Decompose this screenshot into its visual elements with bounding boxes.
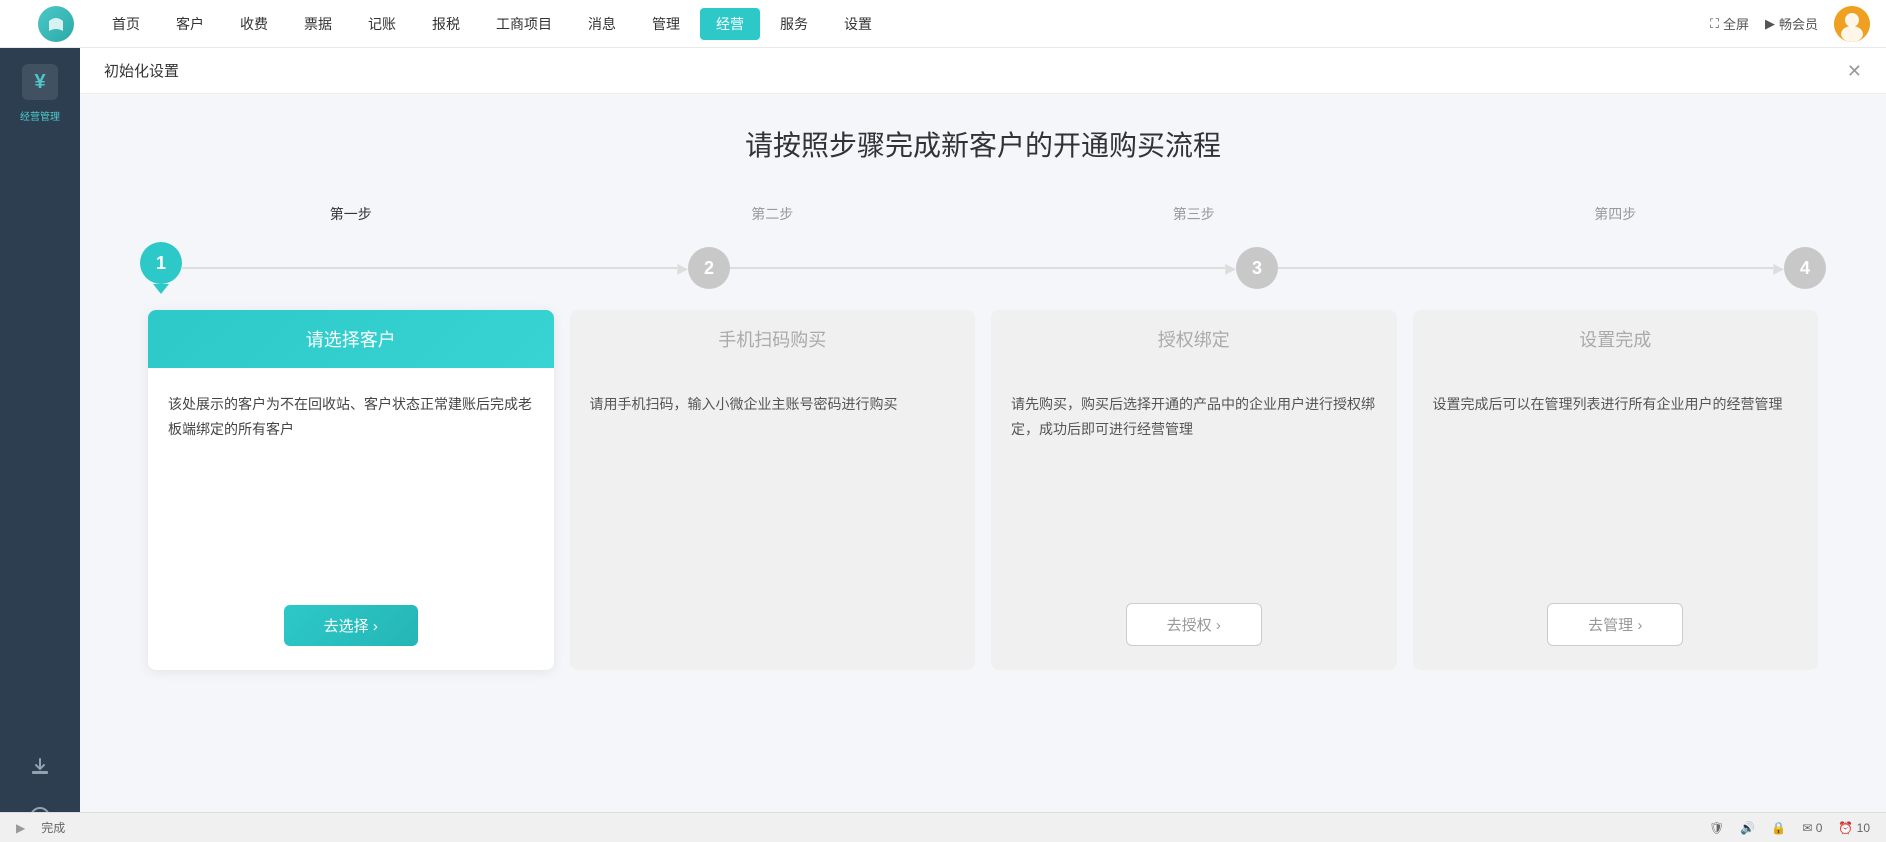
- step-node-1: 1: [140, 242, 182, 294]
- card-button-3[interactable]: 去授权 ›: [1126, 603, 1262, 646]
- steps-wrapper: 第一步第二步第三步第四步 1▶2▶3▶4 请选择客户该处展示的客户为不在回收站、…: [120, 204, 1846, 670]
- nav-item-经营[interactable]: 经营: [700, 8, 760, 40]
- main-title: 请按照步骤完成新客户的开通购买流程: [120, 124, 1846, 164]
- card-button-1[interactable]: 去选择 ›: [284, 605, 418, 646]
- step-label-col-1: 第一步: [140, 204, 562, 234]
- mail-icon: ✉ 0: [1802, 821, 1822, 835]
- nav-item-报税[interactable]: 报税: [416, 8, 476, 40]
- member-icon: ▶: [1765, 16, 1775, 32]
- card-footer-4: 去管理 ›: [1413, 587, 1819, 670]
- page-header: 初始化设置 ✕: [80, 48, 1886, 94]
- download-button[interactable]: [0, 742, 80, 792]
- status-right: 🛡 🔊 🔒 ✉ 0 ⏰ 10: [1709, 821, 1870, 835]
- steps-labels-row: 第一步 第二步 第三步 第四步: [140, 204, 1826, 234]
- step-card-2: 手机扫码购买请用手机扫码，输入小微企业主账号密码进行购买: [570, 310, 976, 670]
- clock-icon: ⏰ 10: [1838, 821, 1870, 835]
- status-text: 完成: [41, 819, 65, 836]
- nav-item-记账[interactable]: 记账: [352, 8, 412, 40]
- lock-icon: 🔒: [1771, 821, 1786, 835]
- avatar[interactable]: [1834, 6, 1870, 42]
- nav-item-票据[interactable]: 票据: [288, 8, 348, 40]
- sidebar: ¥ 经营管理 ?: [0, 0, 80, 842]
- card-footer-1: 去选择 ›: [148, 589, 554, 670]
- member-button[interactable]: ▶ 畅会员: [1765, 14, 1818, 33]
- card-header-3: 授权绑定: [991, 310, 1397, 368]
- nav-item-消息[interactable]: 消息: [572, 8, 632, 40]
- page-title: 初始化设置: [104, 60, 179, 81]
- steps-nodes-row: 1▶2▶3▶4: [140, 242, 1826, 294]
- nav-menu: 首页客户收费票据记账报税工商项目消息管理经营服务设置: [96, 8, 1710, 40]
- card-body-2: 请用手机扫码，输入小微企业主账号密码进行购买: [570, 368, 976, 630]
- nav-item-工商项目[interactable]: 工商项目: [480, 8, 568, 40]
- download-icon: [29, 756, 51, 778]
- step-label-3: 第三步: [1173, 204, 1215, 224]
- management-icon: ¥: [22, 64, 58, 100]
- step-label-1: 第一步: [330, 204, 372, 224]
- step-circle-1: 1: [140, 242, 182, 284]
- card-button-4[interactable]: 去管理 ›: [1547, 603, 1683, 646]
- shield-icon: 🛡: [1709, 821, 1724, 835]
- step-node-3: 3: [1236, 247, 1278, 289]
- status-bar: ▶ 完成 🛡 🔊 🔒 ✉ 0 ⏰ 10: [0, 812, 1886, 842]
- nav-item-设置[interactable]: 设置: [828, 8, 888, 40]
- card-header-2: 手机扫码购买: [570, 310, 976, 368]
- step-circle-4: 4: [1784, 247, 1826, 289]
- nav-right: ⛶ 全屏 ▶ 畅会员: [1710, 6, 1870, 42]
- fullscreen-button[interactable]: ⛶ 全屏: [1710, 14, 1749, 33]
- step-node-2: 2: [688, 247, 730, 289]
- nav-item-首页[interactable]: 首页: [96, 8, 156, 40]
- card-footer-2: [570, 630, 976, 670]
- nav-item-管理[interactable]: 管理: [636, 8, 696, 40]
- nav-item-服务[interactable]: 服务: [764, 8, 824, 40]
- step-label-2: 第二步: [751, 204, 793, 224]
- step-circle-2: 2: [688, 247, 730, 289]
- step-card-4: 设置完成设置完成后可以在管理列表进行所有企业用户的经营管理去管理 ›: [1413, 310, 1819, 670]
- logo-icon: [38, 6, 74, 42]
- connector-1: ▶: [182, 247, 688, 289]
- fullscreen-icon: ⛶: [1710, 16, 1719, 32]
- main-area: 初始化设置 ✕ 请按照步骤完成新客户的开通购买流程 第一步 第二步 第三步 第四步 1…: [80, 48, 1886, 812]
- step-label-col-4: 第四步: [1405, 204, 1827, 234]
- step-label-4: 第四步: [1594, 204, 1636, 224]
- connector-2: ▶: [730, 247, 1236, 289]
- step-card-3: 授权绑定请先购买，购买后选择开通的产品中的企业用户进行授权绑定，成功后即可进行经…: [991, 310, 1397, 670]
- nav-item-收费[interactable]: 收费: [224, 8, 284, 40]
- card-body-1: 该处展示的客户为不在回收站、客户状态正常建账后完成老板端绑定的所有客户: [148, 368, 554, 589]
- card-footer-3: 去授权 ›: [991, 587, 1397, 670]
- close-button[interactable]: ✕: [1847, 62, 1862, 80]
- step-label-col-3: 第三步: [983, 204, 1405, 234]
- volume-icon: 🔊: [1740, 821, 1755, 835]
- card-body-4: 设置完成后可以在管理列表进行所有企业用户的经营管理: [1413, 368, 1819, 587]
- step-node-4: 4: [1784, 247, 1826, 289]
- top-navigation: 首页客户收费票据记账报税工商项目消息管理经营服务设置 ⛶ 全屏 ▶ 畅会员: [0, 0, 1886, 48]
- play-icon: ▶: [16, 821, 25, 835]
- step-card-1: 请选择客户该处展示的客户为不在回收站、客户状态正常建账后完成老板端绑定的所有客户…: [148, 310, 554, 670]
- cards-row: 请选择客户该处展示的客户为不在回收站、客户状态正常建账后完成老板端绑定的所有客户…: [140, 310, 1826, 670]
- sidebar-item-management[interactable]: ¥ 经营管理: [0, 48, 80, 139]
- nav-item-客户[interactable]: 客户: [160, 8, 220, 40]
- card-header-4: 设置完成: [1413, 310, 1819, 368]
- step-circle-3: 3: [1236, 247, 1278, 289]
- app-logo[interactable]: [16, 6, 96, 42]
- connector-3: ▶: [1278, 247, 1784, 289]
- card-header-1: 请选择客户: [148, 310, 554, 368]
- card-body-3: 请先购买，购买后选择开通的产品中的企业用户进行授权绑定，成功后即可进行经营管理: [991, 368, 1397, 587]
- main-content: 请按照步骤完成新客户的开通购买流程 第一步第二步第三步第四步 1▶2▶3▶4 请…: [80, 94, 1886, 700]
- step-label-col-2: 第二步: [562, 204, 984, 234]
